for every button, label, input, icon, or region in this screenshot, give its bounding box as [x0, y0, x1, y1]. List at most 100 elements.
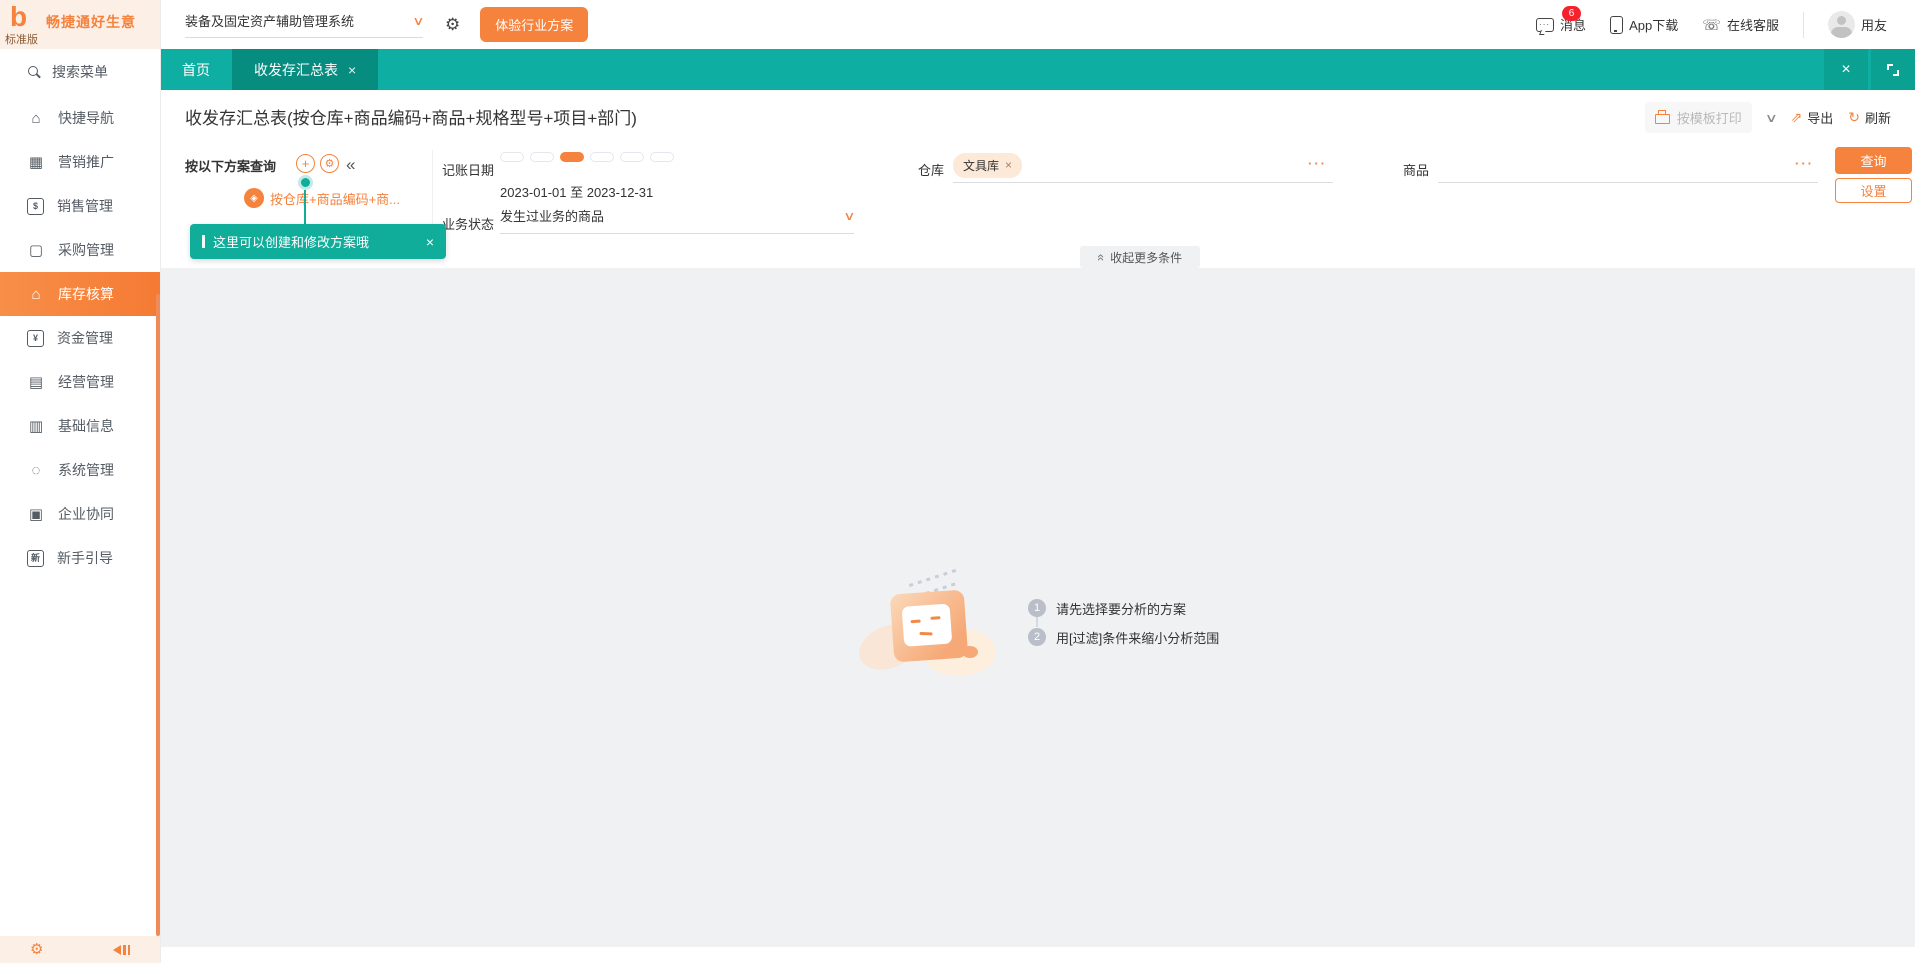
- sidebar-item-label: 经营管理: [58, 372, 114, 392]
- robot-box-icon: [890, 590, 969, 663]
- date-option[interactable]: [560, 152, 584, 162]
- app-root: { "colors":{"orange":"#f5823d","teal_bar…: [0, 0, 1915, 963]
- id-card-icon: ▥: [27, 417, 45, 435]
- product-input[interactable]: [1438, 148, 1818, 183]
- warehouse-more-icon[interactable]: ···: [1308, 156, 1327, 171]
- export-button[interactable]: ⇗ 导出: [1791, 108, 1834, 127]
- sidebar-item-gift[interactable]: ▦ 营销推广: [0, 140, 160, 184]
- print-by-template-button[interactable]: 按模板打印: [1645, 102, 1752, 133]
- business-status-label: 业务状态: [442, 214, 494, 233]
- tooltip-anchor-dot: [301, 178, 310, 187]
- sidebar-item-home[interactable]: ⌂ 快捷导航: [0, 96, 160, 140]
- sidebar-item-label: 快捷导航: [58, 108, 114, 128]
- shopping-bag-icon: ▢: [27, 241, 45, 259]
- scheme-item[interactable]: ◈ 按仓库+商品编码+商...: [244, 188, 400, 208]
- collaboration-icon: ▣: [27, 505, 45, 523]
- sidebar-item-clipboard[interactable]: ▤ 经营管理: [0, 360, 160, 404]
- chevron-up-icon: «: [1094, 253, 1109, 260]
- message-bubble-icon: ···: [1536, 18, 1554, 32]
- tab-inventory-summary[interactable]: 收发存汇总表 ×: [232, 49, 378, 90]
- date-option[interactable]: [650, 152, 674, 162]
- sidebar-item-label: 库存核算: [58, 284, 114, 304]
- filter-panel: 按以下方案查询 + ⚙ « ◈ 按仓库+商品编码+商... 这里可以创建和修改方…: [160, 140, 1915, 269]
- tabbar-actions: ×: [1824, 49, 1915, 90]
- query-button[interactable]: 查询: [1835, 147, 1912, 174]
- online-service-button[interactable]: ☏ 在线客服: [1702, 15, 1779, 34]
- search-icon: [27, 66, 40, 79]
- search-menu-label: 搜索菜单: [52, 62, 108, 82]
- trial-industry-plan-button[interactable]: 体验行业方案: [480, 7, 588, 42]
- scheme-cube-icon: ◈: [244, 188, 264, 208]
- sidebar-item-label: 采购管理: [58, 240, 114, 260]
- collapse-more-conditions[interactable]: « 收起更多条件: [1080, 246, 1200, 268]
- tabbar: 首页 收发存汇总表 × ×: [160, 49, 1915, 90]
- sale-house-icon: $: [27, 198, 44, 215]
- collapse-sidebar-icon[interactable]: [113, 945, 130, 955]
- messages-button[interactable]: ··· 消息 6: [1536, 15, 1586, 34]
- date-option[interactable]: [500, 152, 524, 162]
- titlebar: 收发存汇总表(按仓库+商品编码+商品+规格型号+项目+部门) 按模板打印 ∨ ⇗…: [160, 90, 1915, 140]
- sidebar-item-collaboration[interactable]: ▣ 企业协同: [0, 492, 160, 536]
- collapse-scheme-panel-icon[interactable]: «: [346, 155, 355, 175]
- close-all-tabs-icon[interactable]: ×: [1824, 49, 1868, 90]
- sidebar-item-id-card[interactable]: ▥ 基础信息: [0, 404, 160, 448]
- scheme-item-label: 按仓库+商品编码+商...: [270, 189, 400, 208]
- settings-button[interactable]: 设置: [1835, 178, 1912, 203]
- sidebar-item-label: 系统管理: [58, 460, 114, 480]
- avatar: [1828, 11, 1855, 38]
- scheme-settings-icon[interactable]: ⚙: [320, 154, 339, 173]
- tab-home[interactable]: 首页: [160, 49, 232, 90]
- warehouse-tag: 文具库 ×: [953, 153, 1022, 178]
- date-option[interactable]: [620, 152, 644, 162]
- product-label: 商品: [1403, 160, 1429, 179]
- system-select-dropdown[interactable]: 装备及固定资产辅助管理系统 ∨: [185, 11, 423, 38]
- refresh-button[interactable]: ↻ 刷新: [1848, 108, 1891, 127]
- sidebar-item-shopping-bag[interactable]: ▢ 采购管理: [0, 228, 160, 272]
- tag-remove-icon[interactable]: ×: [1005, 158, 1012, 172]
- date-option[interactable]: [530, 152, 554, 162]
- date-option[interactable]: [590, 152, 614, 162]
- sidebar-settings-gear-icon[interactable]: ⚙: [30, 942, 43, 957]
- online-service-label: 在线客服: [1727, 15, 1779, 34]
- scheme-tooltip: 这里可以创建和修改方案哦 ×: [190, 224, 446, 259]
- tooltip-text: 这里可以创建和修改方案哦: [213, 232, 369, 251]
- fullscreen-icon[interactable]: [1871, 49, 1915, 90]
- sidebar-search-menu[interactable]: 搜索菜单: [0, 49, 160, 95]
- tab-close-icon[interactable]: ×: [348, 62, 356, 78]
- sidebar-item-sale-house[interactable]: $ 销售管理: [0, 184, 160, 228]
- date-filter-label: 记账日期: [442, 160, 494, 179]
- print-dropdown-chevron-icon[interactable]: ∨: [1765, 111, 1778, 125]
- tooltip-close-icon[interactable]: ×: [426, 234, 434, 250]
- warehouse-input[interactable]: 文具库 ×: [953, 148, 1333, 183]
- step-text: 请先选择要分析的方案: [1056, 599, 1186, 618]
- printer-icon: [1655, 114, 1670, 124]
- app-download-label: App下载: [1629, 15, 1678, 34]
- brand-edition-badge: 标准版: [5, 31, 38, 47]
- sidebar-item-system[interactable]: ◌ 系统管理: [0, 448, 160, 492]
- empty-state-step: 1 请先选择要分析的方案: [1028, 598, 1219, 618]
- page-title: 收发存汇总表(按仓库+商品编码+商品+规格型号+项目+部门): [185, 104, 637, 129]
- sidebar-item-money-bag[interactable]: ¥ 资金管理: [0, 316, 160, 360]
- app-download-button[interactable]: App下载: [1610, 15, 1678, 34]
- sidebar-footer: ⚙: [0, 936, 160, 963]
- sidebar-item-warehouse[interactable]: ⌂ 库存核算: [0, 272, 160, 316]
- username: 用友: [1861, 15, 1887, 34]
- step-number-badge: 2: [1028, 628, 1046, 646]
- divider: [1803, 12, 1804, 38]
- step-number-badge: 1: [1028, 599, 1046, 617]
- gift-icon: ▦: [27, 153, 45, 171]
- user-menu[interactable]: 用友: [1828, 11, 1887, 38]
- topbar-gear-icon[interactable]: ⚙: [445, 15, 460, 35]
- export-icon: ⇗: [1791, 109, 1803, 126]
- topbar: 装备及固定资产辅助管理系统 ∨ ⚙ 体验行业方案 ··· 消息 6 App下载 …: [160, 0, 1915, 49]
- sidebar-item-guide[interactable]: 新 新手引导: [0, 536, 160, 580]
- tooltip-connector-line: [304, 190, 306, 224]
- business-status-select[interactable]: 发生过业务的商品 ∨: [500, 206, 854, 234]
- sidebar-scrollbar[interactable]: [156, 294, 160, 936]
- system-select-value: 装备及固定资产辅助管理系统: [185, 11, 354, 30]
- product-more-icon[interactable]: ···: [1795, 156, 1814, 171]
- sidebar-item-label: 资金管理: [57, 328, 113, 348]
- empty-state-step: 2 用[过滤]条件来缩小分析范围: [1028, 627, 1219, 647]
- date-range-value[interactable]: 2023-01-01 至 2023-12-31: [500, 182, 653, 201]
- add-scheme-button[interactable]: +: [296, 154, 315, 173]
